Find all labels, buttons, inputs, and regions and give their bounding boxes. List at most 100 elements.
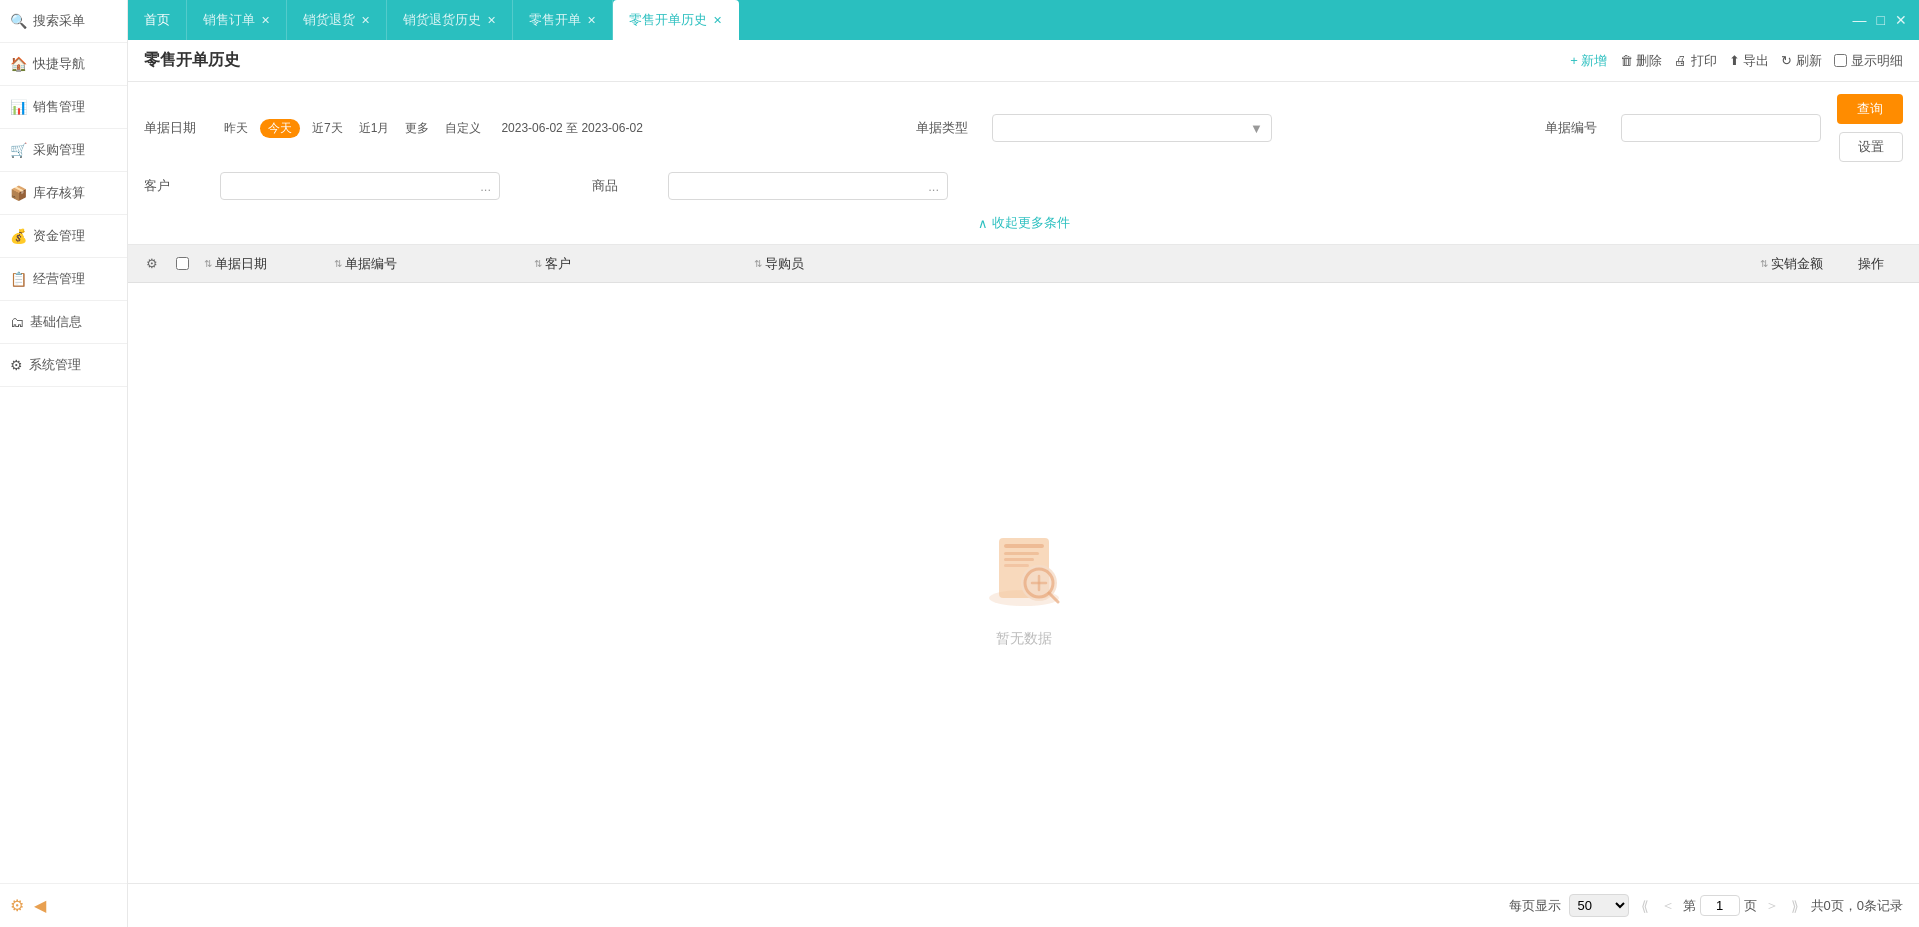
col-header-date[interactable]: ⇅ 单据日期 (196, 255, 326, 273)
filter-actions: 查询 设置 (1837, 94, 1903, 162)
tab-sales-return[interactable]: 销货退货 ✕ (287, 0, 387, 40)
customer-dots-icon[interactable]: ... (480, 179, 491, 194)
type-filter-label: 单据类型 (916, 119, 976, 137)
collapse-filter-label: 收起更多条件 (992, 214, 1070, 232)
type-dropdown-icon: ▼ (1250, 121, 1263, 136)
sort-icon-no: ⇅ (334, 258, 342, 269)
last-page-btn[interactable]: ⟫ (1787, 896, 1803, 916)
collapse-row: ∧ 收起更多条件 (144, 210, 1903, 238)
tab-retail-open-history-close[interactable]: ✕ (713, 14, 722, 27)
filter-settings-button[interactable]: 设置 (1839, 132, 1903, 162)
sidebar-label-base-info: 基础信息 (30, 313, 82, 331)
date-opt-more[interactable]: 更多 (401, 119, 433, 138)
delete-button[interactable]: 🗑 删除 (1620, 52, 1663, 70)
bottom-gear-icon[interactable]: ⚙ (10, 896, 24, 915)
prev-page-btn[interactable]: ＜ (1657, 895, 1679, 917)
col-header-no[interactable]: ⇅ 单据编号 (326, 255, 526, 273)
export-button[interactable]: ⬆ 导出 (1729, 52, 1770, 70)
tab-home[interactable]: 首页 (128, 0, 187, 40)
date-opt-yesterday[interactable]: 昨天 (220, 119, 252, 138)
collapse-chevron-icon: ∧ (978, 216, 988, 231)
col-header-guide[interactable]: ⇅ 导购员 (746, 255, 866, 273)
customer-filter-label: 客户 (144, 177, 204, 195)
sidebar-item-sys-mgmt[interactable]: ⚙ 系统管理 (0, 344, 127, 387)
refresh-button[interactable]: ↻ 刷新 (1781, 52, 1822, 70)
tab-bar: 首页 销售订单 ✕ 销货退货 ✕ 销货退货历史 ✕ 零售开单 ✕ 零售开单历史 … (128, 0, 1919, 40)
main-area: 首页 销售订单 ✕ 销货退货 ✕ 销货退货历史 ✕ 零售开单 ✕ 零售开单历史 … (128, 0, 1919, 927)
col-label-op: 操作 (1858, 255, 1884, 273)
col-label-amount: 实销金额 (1771, 255, 1823, 273)
show-detail-label: 显示明细 (1851, 52, 1903, 70)
date-opt-7days[interactable]: 近7天 (308, 119, 347, 138)
sidebar-item-purchase-mgmt[interactable]: 🛒 采购管理 (0, 129, 127, 172)
total-info: 共0页，0条记录 (1811, 897, 1903, 915)
date-options: 昨天 今天 近7天 近1月 更多 自定义 (220, 119, 485, 138)
goods-filter-input[interactable]: ... (668, 172, 948, 200)
tab-retail-open-close[interactable]: ✕ (587, 14, 596, 27)
sidebar-item-finance[interactable]: 💰 资金管理 (0, 215, 127, 258)
window-close[interactable]: ✕ (1895, 12, 1907, 28)
sidebar-item-sales-mgmt[interactable]: 📊 销售管理 (0, 86, 127, 129)
add-button[interactable]: + 新增 (1570, 52, 1607, 70)
show-detail-checkbox[interactable] (1834, 54, 1847, 67)
page-number-input[interactable] (1700, 895, 1740, 916)
customer-filter-input[interactable]: ... (220, 172, 500, 200)
window-controls: — □ ✕ (1853, 12, 1919, 28)
query-button[interactable]: 查询 (1837, 94, 1903, 124)
col-label-customer: 客户 (545, 255, 571, 273)
base-info-icon: 🗂 (10, 314, 24, 330)
goods-dots-icon[interactable]: ... (928, 179, 939, 194)
tab-sales-return-history-close[interactable]: ✕ (487, 14, 496, 27)
svg-rect-5 (1004, 564, 1029, 567)
tab-sales-return-history[interactable]: 销货退货历史 ✕ (387, 0, 513, 40)
date-opt-custom[interactable]: 自定义 (441, 119, 485, 138)
header-actions: + 新增 🗑 删除 🖨 打印 ⬆ 导出 ↻ 刷新 显示明细 (1570, 52, 1903, 70)
type-filter-select[interactable]: ▼ (992, 114, 1272, 142)
col-label-no: 单据编号 (345, 255, 397, 273)
page-label-prefix: 第 (1683, 897, 1696, 915)
window-minimize[interactable]: — (1853, 12, 1867, 28)
collapse-filter-btn[interactable]: ∧ 收起更多条件 (978, 214, 1070, 232)
tab-retail-open-history[interactable]: 零售开单历史 ✕ (613, 0, 739, 40)
col-header-amount[interactable]: ⇅ 实销金额 (1711, 255, 1831, 273)
finance-icon: 💰 (10, 228, 27, 244)
date-range: 2023-06-02 至 2023-06-02 (501, 120, 642, 137)
sidebar-bottom: ⚙ ◀ (0, 883, 127, 927)
tab-sales-return-label: 销货退货 (303, 11, 355, 29)
per-page-select[interactable]: 50 100 (1569, 894, 1629, 917)
table-select-all[interactable] (168, 257, 196, 270)
print-button[interactable]: 🖨 打印 (1674, 52, 1717, 70)
tab-sales-order-close[interactable]: ✕ (261, 14, 270, 27)
sidebar-search[interactable]: 🔍 搜索采单 (0, 0, 127, 43)
page-content: 零售开单历史 + 新增 🗑 删除 🖨 打印 ⬆ 导出 ↻ 刷新 显示明细 单据日… (128, 40, 1919, 927)
select-all-checkbox[interactable] (176, 257, 189, 270)
tab-sales-order[interactable]: 销售订单 ✕ (187, 0, 287, 40)
tab-sales-order-label: 销售订单 (203, 11, 255, 29)
window-maximize[interactable]: □ (1877, 12, 1885, 28)
inventory-icon: 📦 (10, 185, 27, 201)
sales-icon: 📊 (10, 99, 27, 115)
sidebar-item-inventory[interactable]: 📦 库存核算 (0, 172, 127, 215)
show-detail-toggle[interactable]: 显示明细 (1834, 52, 1903, 70)
col-header-op: 操作 (1831, 255, 1911, 273)
sidebar-label-operations: 经营管理 (33, 270, 85, 288)
empty-state: 暂无数据 (128, 283, 1919, 883)
number-filter-input[interactable] (1621, 114, 1821, 142)
sidebar-item-operations[interactable]: 📋 经营管理 (0, 258, 127, 301)
date-opt-1month[interactable]: 近1月 (355, 119, 394, 138)
sidebar-label-finance: 资金管理 (33, 227, 85, 245)
table-settings-icon[interactable]: ⚙ (136, 256, 168, 271)
tab-sales-return-close[interactable]: ✕ (361, 14, 370, 27)
col-header-customer[interactable]: ⇅ 客户 (526, 255, 746, 273)
sidebar-item-base-info[interactable]: 🗂 基础信息 (0, 301, 127, 344)
purchase-icon: 🛒 (10, 142, 27, 158)
sort-icon-amount: ⇅ (1760, 258, 1768, 269)
date-opt-today[interactable]: 今天 (260, 119, 300, 138)
sort-icon-date: ⇅ (204, 258, 212, 269)
table-header: ⚙ ⇅ 单据日期 ⇅ 单据编号 ⇅ 客户 ⇅ 导购员 (128, 245, 1919, 283)
bottom-collapse-icon[interactable]: ◀ (34, 896, 46, 915)
first-page-btn[interactable]: ⟪ (1637, 896, 1653, 916)
next-page-btn[interactable]: ＞ (1761, 895, 1783, 917)
sidebar-item-quick-nav[interactable]: 🏠 快捷导航 (0, 43, 127, 86)
tab-retail-open[interactable]: 零售开单 ✕ (513, 0, 613, 40)
